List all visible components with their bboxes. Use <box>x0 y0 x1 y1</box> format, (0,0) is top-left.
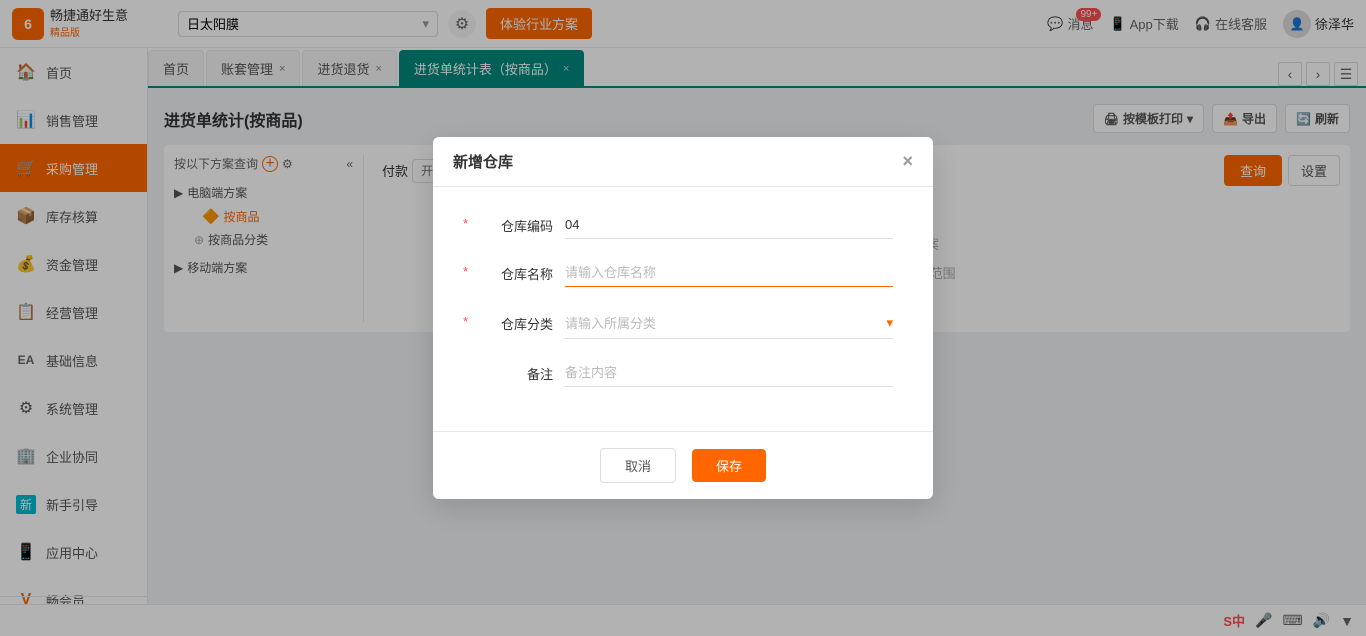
warehouse-category-select[interactable]: 请输入所属分类 ▾ <box>565 307 893 339</box>
code-label: 仓库编码 <box>473 216 553 235</box>
form-row-name: 仓库名称 <box>473 259 893 287</box>
form-row-note: 备注 <box>473 359 893 387</box>
note-field-container <box>565 359 893 387</box>
name-field-container <box>565 259 893 287</box>
save-button[interactable]: 保存 <box>692 449 766 482</box>
form-row-code: 仓库编码 <box>473 211 893 239</box>
dialog-header: 新增仓库 × <box>433 137 933 187</box>
warehouse-name-input[interactable] <box>565 259 893 287</box>
warehouse-note-input[interactable] <box>565 359 893 387</box>
dialog-close-button[interactable]: × <box>902 151 913 172</box>
category-dropdown-icon: ▾ <box>886 315 893 331</box>
dialog-footer: 取消 保存 <box>433 431 933 499</box>
note-label: 备注 <box>473 364 553 383</box>
dialog-body: 仓库编码 仓库名称 仓库分类 请输入所属分类 ▾ <box>433 187 933 431</box>
add-warehouse-dialog: 新增仓库 × 仓库编码 仓库名称 仓库分类 <box>433 137 933 499</box>
name-label: 仓库名称 <box>473 264 553 283</box>
category-field-container: 请输入所属分类 ▾ <box>565 307 893 339</box>
dialog-title: 新增仓库 <box>453 151 513 172</box>
warehouse-code-input[interactable] <box>565 211 893 239</box>
cancel-button[interactable]: 取消 <box>600 448 676 483</box>
code-field-container <box>565 211 893 239</box>
form-row-category: 仓库分类 请输入所属分类 ▾ <box>473 307 893 339</box>
category-placeholder: 请输入所属分类 <box>565 313 656 332</box>
modal-overlay: 新增仓库 × 仓库编码 仓库名称 仓库分类 <box>0 0 1366 636</box>
category-label: 仓库分类 <box>473 314 553 333</box>
